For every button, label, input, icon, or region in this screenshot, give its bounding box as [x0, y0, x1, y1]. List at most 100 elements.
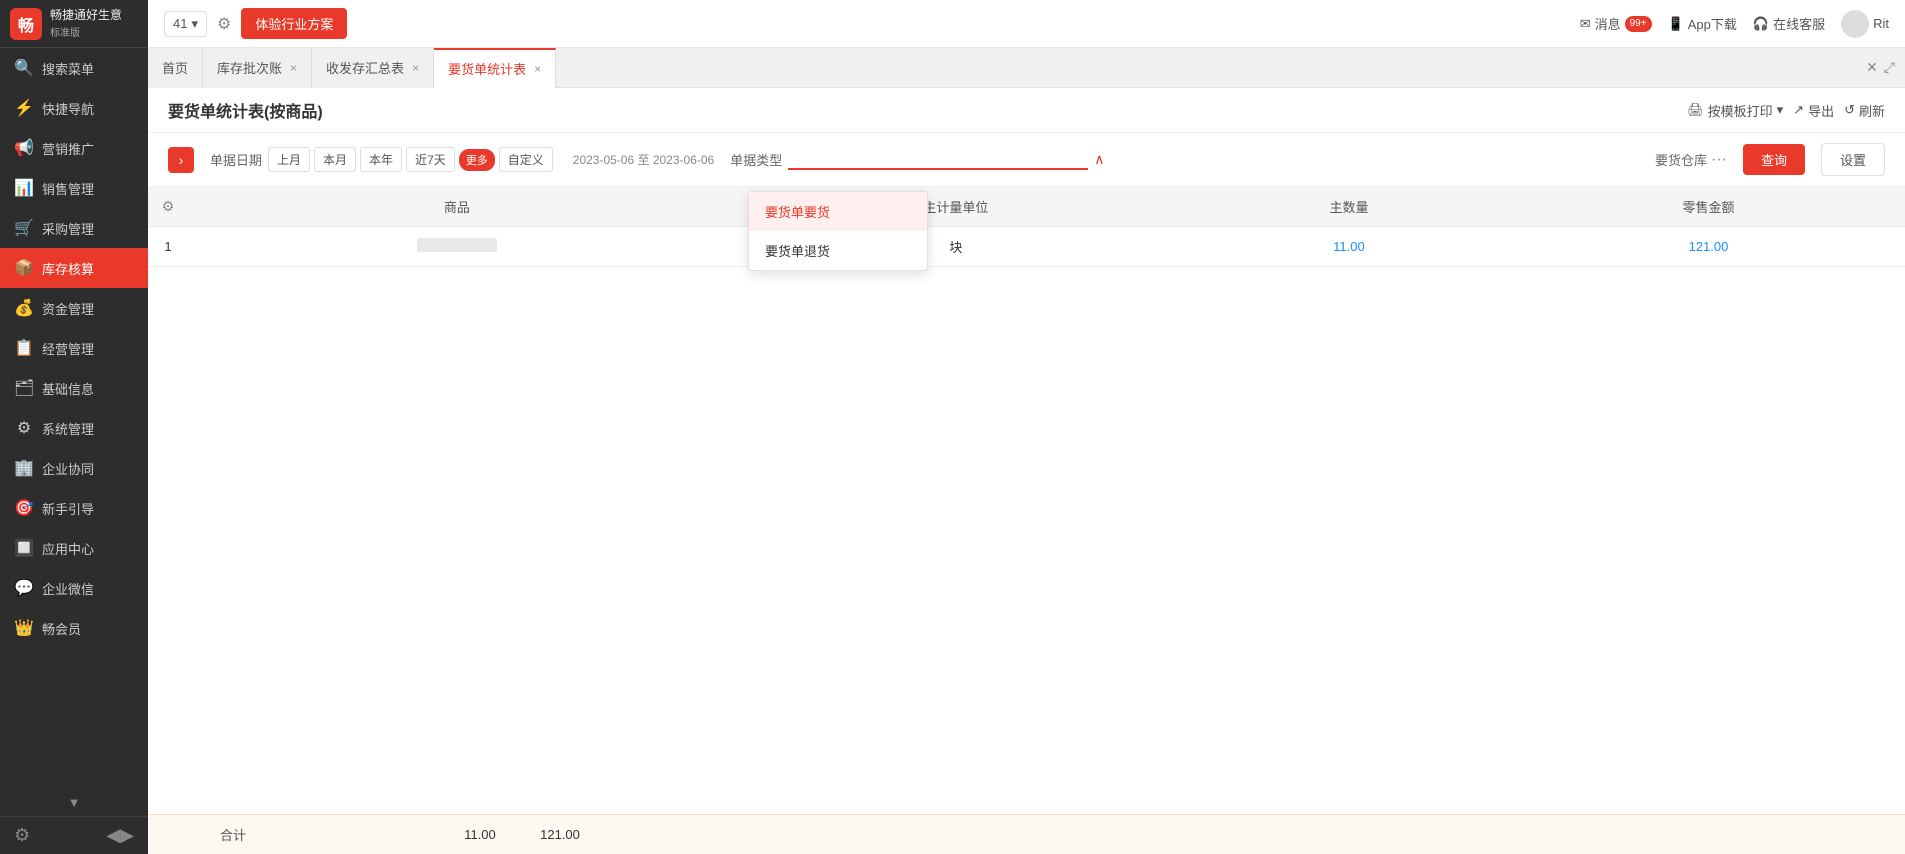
- sidebar-item-inventory[interactable]: 📦 库存核算: [0, 248, 148, 288]
- tab-label: 库存批次账: [217, 58, 282, 77]
- col-qty: 主数量: [1186, 187, 1512, 227]
- avatar: [1841, 10, 1869, 38]
- filter-toggle-btn[interactable]: ›: [168, 147, 194, 173]
- dropdown-item-order-return[interactable]: 要货单退货: [749, 231, 927, 270]
- company-selector[interactable]: 41 ▾: [164, 11, 207, 37]
- date-this-year-btn[interactable]: 本年: [360, 147, 402, 172]
- date-custom-btn[interactable]: 自定义: [499, 147, 553, 172]
- appstore-icon: 🔲: [14, 538, 34, 558]
- base-icon: 🗂: [14, 378, 34, 398]
- cell-amount: 121.00: [1512, 227, 1905, 267]
- sidebar-item-label: 企业微信: [42, 579, 94, 598]
- sidebar-item-shortcut[interactable]: ⚡ 快捷导航: [0, 88, 148, 128]
- warehouse-label: 要货仓库: [1655, 150, 1707, 169]
- sidebar-item-label: 经营管理: [42, 339, 94, 358]
- sidebar-item-system[interactable]: ⚙ 系统管理: [0, 408, 148, 448]
- trial-btn[interactable]: 体验行业方案: [241, 8, 347, 39]
- table-header-row: ⚙ 商品 主计量单位 主数量 零售金额: [148, 187, 1905, 227]
- sidebar-item-search[interactable]: 🔍 搜索菜单: [0, 48, 148, 88]
- refresh-btn[interactable]: ↺ 刷新: [1844, 101, 1885, 120]
- table-wrap: ⚙ 商品 主计量单位 主数量 零售金额 1 块: [148, 187, 1905, 267]
- sidebar-item-label: 营销推广: [42, 139, 94, 158]
- print-btn[interactable]: 🖨 按模板打印 ▾: [1687, 101, 1783, 120]
- sidebar-item-marketing[interactable]: 📢 营销推广: [0, 128, 148, 168]
- footer-qty: 11.00: [440, 827, 520, 842]
- tab-controls: ✕ ⤢: [1866, 59, 1905, 76]
- message-icon: ✉: [1580, 16, 1591, 32]
- tab-order-stats[interactable]: 要货单统计表 ×: [434, 48, 556, 88]
- message-btn[interactable]: ✉ 消息 99+: [1580, 14, 1652, 33]
- date-options: 上月 本月 本年 近7天 更多 自定义: [268, 147, 553, 172]
- date-last-month-btn[interactable]: 上月: [268, 147, 310, 172]
- filter-settings-btn[interactable]: 设置: [1821, 143, 1885, 176]
- date-more-btn[interactable]: 更多: [459, 149, 495, 171]
- table-footer-wrap: 合计 11.00 121.00: [148, 814, 1905, 854]
- service-btn[interactable]: 🎧 在线客服: [1753, 14, 1825, 33]
- page-content: 要货单统计表(按商品) 🖨 按模板打印 ▾ ↗ 导出 ↺ 刷新 ›: [148, 88, 1905, 854]
- sidebar-item-base[interactable]: 🗂 基础信息: [0, 368, 148, 408]
- sidebar-item-member[interactable]: 👑 畅会员: [0, 608, 148, 648]
- user-name: Rit: [1873, 16, 1889, 31]
- export-btn[interactable]: ↗ 导出: [1793, 101, 1834, 120]
- tab-receive-summary[interactable]: 收发存汇总表 ×: [312, 48, 434, 88]
- type-dropdown-icon[interactable]: ∧: [1094, 151, 1104, 168]
- sidebar-item-label: 应用中心: [42, 539, 94, 558]
- amount-link[interactable]: 121.00: [1689, 239, 1729, 254]
- sidebar-item-label: 系统管理: [42, 419, 94, 438]
- query-btn[interactable]: 查询: [1743, 144, 1805, 175]
- type-label: 单据类型: [730, 150, 782, 169]
- tab-label: 收发存汇总表: [326, 58, 404, 77]
- date-7days-btn[interactable]: 近7天: [406, 147, 455, 172]
- table-settings-icon[interactable]: ⚙: [162, 198, 175, 214]
- app-download-btn[interactable]: 📱 App下载: [1668, 14, 1737, 33]
- export-label: 导出: [1808, 101, 1834, 120]
- col-product: 商品: [188, 187, 726, 227]
- logo-icon: 畅: [10, 8, 42, 40]
- shortcut-icon: ⚡: [14, 98, 34, 118]
- type-filter-group: 单据类型 ∧: [730, 149, 1639, 170]
- settings-icon[interactable]: ⚙: [14, 825, 30, 846]
- product-placeholder: [417, 238, 497, 252]
- tab-inventory-batch[interactable]: 库存批次账 ×: [203, 48, 312, 88]
- sidebar-bottom: ⚙ ◀▶: [0, 816, 148, 854]
- tab-close-icon[interactable]: ×: [290, 61, 297, 75]
- app-icon: 📱: [1668, 16, 1684, 32]
- sales-icon: 📊: [14, 178, 34, 198]
- company-value: 41: [173, 16, 187, 31]
- sidebar-item-newbie[interactable]: 🎯 新手引导: [0, 488, 148, 528]
- sidebar-item-finance[interactable]: 💰 资金管理: [0, 288, 148, 328]
- table-row: 1 块 11.00 121.00: [148, 227, 1905, 267]
- sidebar-item-enterprise[interactable]: 🏢 企业协同: [0, 448, 148, 488]
- cell-index: 1: [148, 227, 188, 267]
- sidebar-item-appstore[interactable]: 🔲 应用中心: [0, 528, 148, 568]
- sidebar: 畅 畅捷通好生意 标准版 🔍 搜索菜单 ⚡ 快捷导航 📢 营销推广 📊 销售管理…: [0, 0, 148, 854]
- tab-close-icon[interactable]: ×: [412, 61, 419, 75]
- qty-link[interactable]: 11.00: [1333, 239, 1365, 254]
- col-settings: ⚙: [148, 187, 188, 227]
- sidebar-scroll-down[interactable]: ▼: [0, 789, 148, 816]
- dropdown-item-order-goods[interactable]: 要货单要货: [749, 192, 927, 231]
- service-label: 在线客服: [1773, 14, 1825, 33]
- app-label: App下载: [1688, 14, 1737, 33]
- print-label: 按模板打印: [1708, 101, 1773, 120]
- sidebar-item-purchase[interactable]: 🛒 采购管理: [0, 208, 148, 248]
- collapse-icon[interactable]: ◀▶: [106, 825, 134, 846]
- tab-label: 首页: [162, 58, 188, 77]
- tab-close-icon[interactable]: ×: [534, 62, 541, 76]
- topbar-gear-icon[interactable]: ⚙: [217, 14, 231, 34]
- sidebar-item-sales[interactable]: 📊 销售管理: [0, 168, 148, 208]
- search-icon: 🔍: [14, 58, 34, 78]
- warehouse-more-icon[interactable]: ···: [1711, 151, 1727, 169]
- tab-expand-icon[interactable]: ⤢: [1884, 59, 1895, 76]
- tab-close-all-icon[interactable]: ✕: [1866, 59, 1878, 76]
- date-this-month-btn[interactable]: 本月: [314, 147, 356, 172]
- table-footer: 合计 11.00 121.00: [148, 814, 1905, 854]
- date-label: 单据日期: [210, 150, 262, 169]
- type-input[interactable]: [788, 149, 1088, 170]
- tab-home[interactable]: 首页: [148, 48, 203, 88]
- sidebar-item-wechat[interactable]: 💬 企业微信: [0, 568, 148, 608]
- user-avatar-btn[interactable]: Rit: [1841, 10, 1889, 38]
- sidebar-item-label: 搜索菜单: [42, 59, 94, 78]
- sidebar-item-operation[interactable]: 📋 经营管理: [0, 328, 148, 368]
- page-title: 要货单统计表(按商品): [168, 98, 323, 122]
